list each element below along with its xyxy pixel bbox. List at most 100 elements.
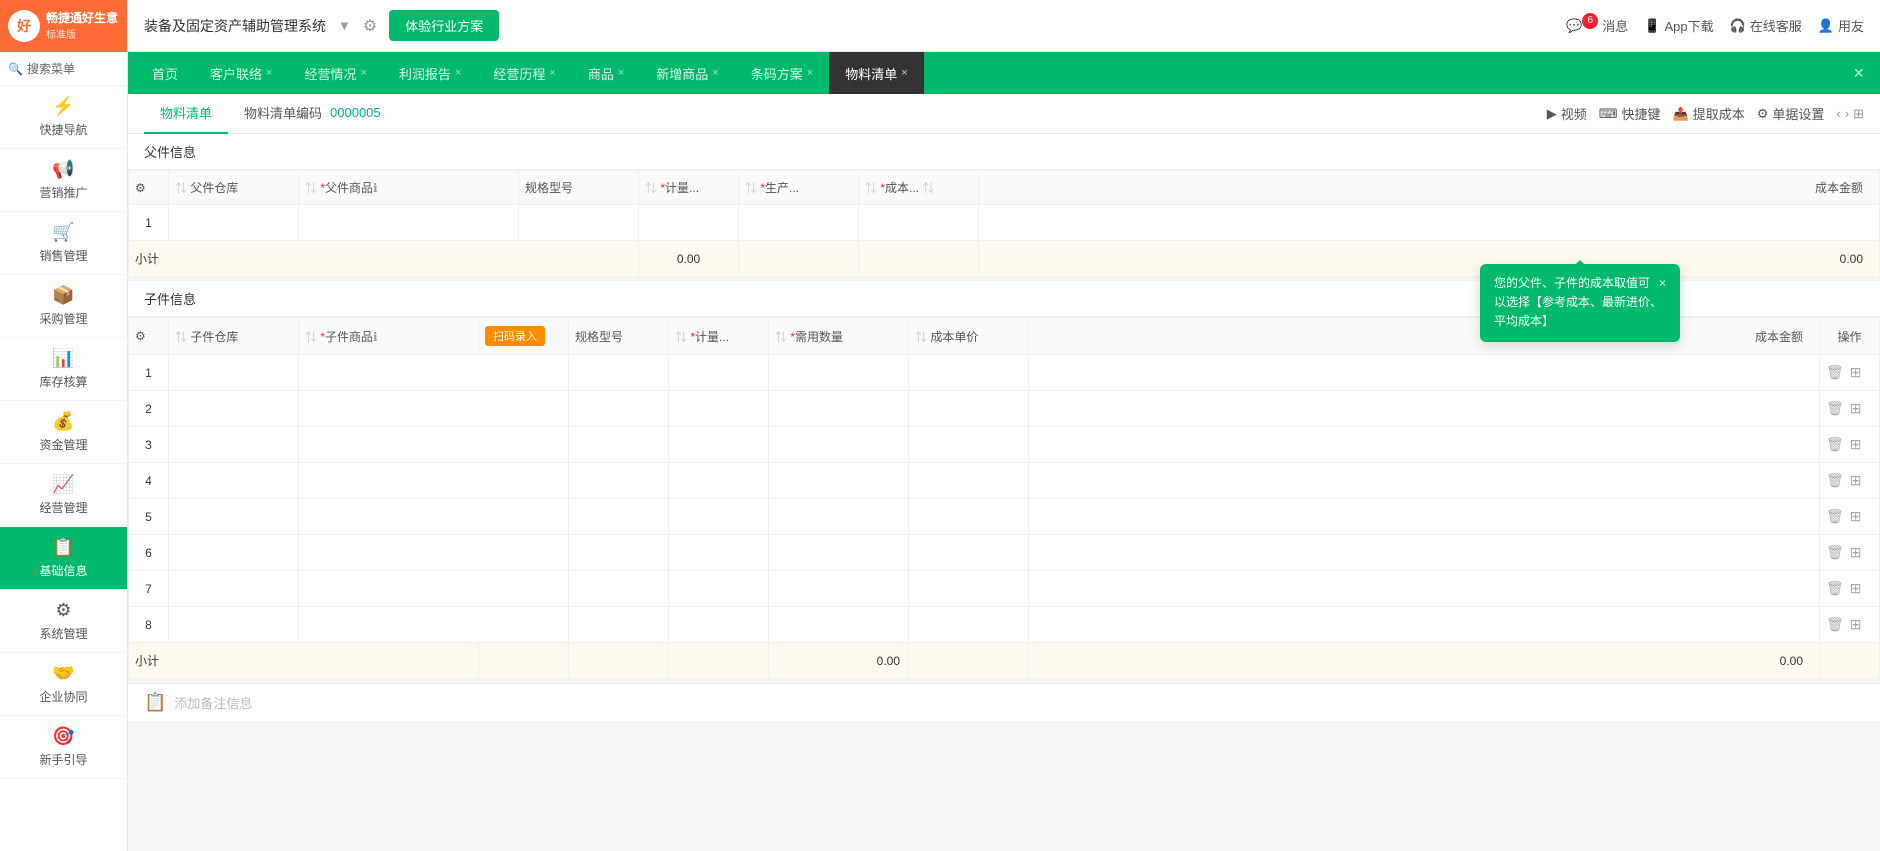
cell-child-unit[interactable] [669, 499, 769, 535]
gear-icon[interactable]: ⚙ [135, 181, 146, 195]
cell-child-warehouse[interactable] [169, 355, 299, 391]
cell-child-spec[interactable] [569, 571, 669, 607]
cell-child-spec[interactable] [569, 499, 669, 535]
app-download-link[interactable]: 📱 App下载 [1644, 16, 1713, 35]
cell-child-unit[interactable] [669, 427, 769, 463]
cell-cost-amount[interactable] [979, 205, 1880, 241]
copy-icon[interactable]: ⊞ [1850, 400, 1862, 417]
nav-tab-customer[interactable]: 客户联络 × [194, 52, 288, 94]
cell-child-warehouse[interactable] [169, 499, 299, 535]
copy-icon[interactable]: ⊞ [1850, 508, 1862, 525]
cell-child-spec[interactable] [569, 355, 669, 391]
cell-child-unit[interactable] [669, 535, 769, 571]
cell-child-warehouse[interactable] [169, 463, 299, 499]
dropdown-arrow-icon[interactable]: ▼ [338, 18, 351, 33]
cell-child-unit[interactable] [669, 391, 769, 427]
cell-unit[interactable] [639, 205, 739, 241]
delete-icon[interactable]: 🗑 [1826, 364, 1844, 381]
sidebar-item-operations[interactable]: 📈 经营管理 [0, 464, 127, 527]
sidebar-item-inventory[interactable]: 📊 库存核算 [0, 338, 127, 401]
cell-child-product[interactable] [299, 607, 569, 643]
cell-child-unit-price[interactable] [909, 571, 1029, 607]
sidebar-item-system[interactable]: ⚙ 系统管理 [0, 590, 127, 653]
cell-child-qty[interactable] [769, 607, 909, 643]
delete-icon[interactable]: 🗑 [1826, 544, 1844, 561]
sub-tab-bom-list[interactable]: 物料清单 [144, 94, 228, 134]
sidebar-item-sales[interactable]: 🛒 销售管理 [0, 212, 127, 275]
delete-icon[interactable]: 🗑 [1826, 616, 1844, 633]
cell-child-product[interactable] [299, 535, 569, 571]
nav-tab-operations[interactable]: 经营情况 × [288, 52, 382, 94]
sidebar-item-marketing[interactable]: 📢 营销推广 [0, 149, 127, 212]
delete-icon[interactable]: 🗑 [1826, 472, 1844, 489]
nav-tab-profit[interactable]: 利润报告 × [383, 52, 477, 94]
cell-product[interactable] [299, 205, 519, 241]
cell-child-spec[interactable] [569, 535, 669, 571]
next-page-btn[interactable]: › [1845, 106, 1849, 122]
nav-tab-new-goods[interactable]: 新增商品 × [640, 52, 734, 94]
cell-child-cost-amount[interactable] [1029, 355, 1820, 391]
search-menu[interactable]: 🔍 搜索菜单 [0, 52, 127, 86]
cell-child-unit-price[interactable] [909, 499, 1029, 535]
expand-btn[interactable]: ⊞ [1853, 106, 1864, 122]
close-icon[interactable]: × [266, 67, 272, 79]
delete-icon[interactable]: 🗑 [1826, 436, 1844, 453]
copy-icon[interactable]: ⊞ [1850, 436, 1862, 453]
cell-child-spec[interactable] [569, 391, 669, 427]
sidebar-item-finance[interactable]: 💰 资金管理 [0, 401, 127, 464]
message-icon-group[interactable]: 💬 6 消息 [1566, 16, 1628, 35]
cell-child-spec[interactable] [569, 607, 669, 643]
online-service-link[interactable]: 🎧 在线客服 [1730, 16, 1802, 35]
sidebar-item-purchase[interactable]: 📦 采购管理 [0, 275, 127, 338]
cell-warehouse[interactable] [169, 205, 299, 241]
cell-child-warehouse[interactable] [169, 391, 299, 427]
cell-spec[interactable] [519, 205, 639, 241]
cell-child-cost-amount[interactable] [1029, 499, 1820, 535]
cell-child-qty[interactable] [769, 571, 909, 607]
cell-child-spec[interactable] [569, 427, 669, 463]
extract-cost-btn[interactable]: 📤 提取成本 [1673, 104, 1745, 123]
gear-icon[interactable]: ⚙ [135, 329, 146, 343]
cell-child-unit[interactable] [669, 607, 769, 643]
scan-btn[interactable]: 扫码录入 [485, 326, 545, 346]
cell-child-unit-price[interactable] [909, 607, 1029, 643]
close-icon[interactable]: × [807, 67, 813, 79]
copy-icon[interactable]: ⊞ [1850, 616, 1862, 633]
copy-icon[interactable]: ⊞ [1850, 544, 1862, 561]
cell-child-product[interactable] [299, 571, 569, 607]
cell-child-product[interactable] [299, 391, 569, 427]
cell-child-qty[interactable] [769, 463, 909, 499]
cell-child-cost-amount[interactable] [1029, 571, 1820, 607]
nav-tab-home[interactable]: 首页 [136, 52, 194, 94]
cell-child-cost-amount[interactable] [1029, 535, 1820, 571]
delete-icon[interactable]: 🗑 [1826, 580, 1844, 597]
cell-child-product[interactable] [299, 427, 569, 463]
settings-icon[interactable]: ⚙ [363, 16, 377, 36]
user-avatar[interactable]: 👤 用友 [1818, 16, 1864, 35]
cell-child-qty[interactable] [769, 427, 909, 463]
cell-child-qty[interactable] [769, 499, 909, 535]
view-btn[interactable]: ▶ 视频 [1547, 104, 1587, 123]
cell-child-qty[interactable] [769, 355, 909, 391]
cell-cost[interactable] [859, 205, 979, 241]
cell-child-warehouse[interactable] [169, 607, 299, 643]
cell-child-unit-price[interactable] [909, 391, 1029, 427]
cell-child-product[interactable] [299, 355, 569, 391]
cell-produce[interactable] [739, 205, 859, 241]
cell-child-warehouse[interactable] [169, 535, 299, 571]
cell-child-unit[interactable] [669, 463, 769, 499]
sidebar-item-basic-info[interactable]: 📋 基础信息 [0, 527, 127, 590]
nav-tab-bom[interactable]: 物料清单 × [829, 52, 923, 94]
delete-icon[interactable]: 🗑 [1826, 508, 1844, 525]
cell-child-cost-amount[interactable] [1029, 463, 1820, 499]
sidebar-item-collab[interactable]: 🤝 企业协同 [0, 653, 127, 716]
cell-child-unit[interactable] [669, 571, 769, 607]
close-all-tabs[interactable]: × [1845, 63, 1872, 84]
copy-icon[interactable]: ⊞ [1850, 580, 1862, 597]
copy-icon[interactable]: ⊞ [1850, 472, 1862, 489]
cell-child-cost-amount[interactable] [1029, 391, 1820, 427]
nav-tab-barcode[interactable]: 条码方案 × [735, 52, 829, 94]
cell-child-qty[interactable] [769, 535, 909, 571]
cell-child-unit-price[interactable] [909, 535, 1029, 571]
cell-child-product[interactable] [299, 499, 569, 535]
